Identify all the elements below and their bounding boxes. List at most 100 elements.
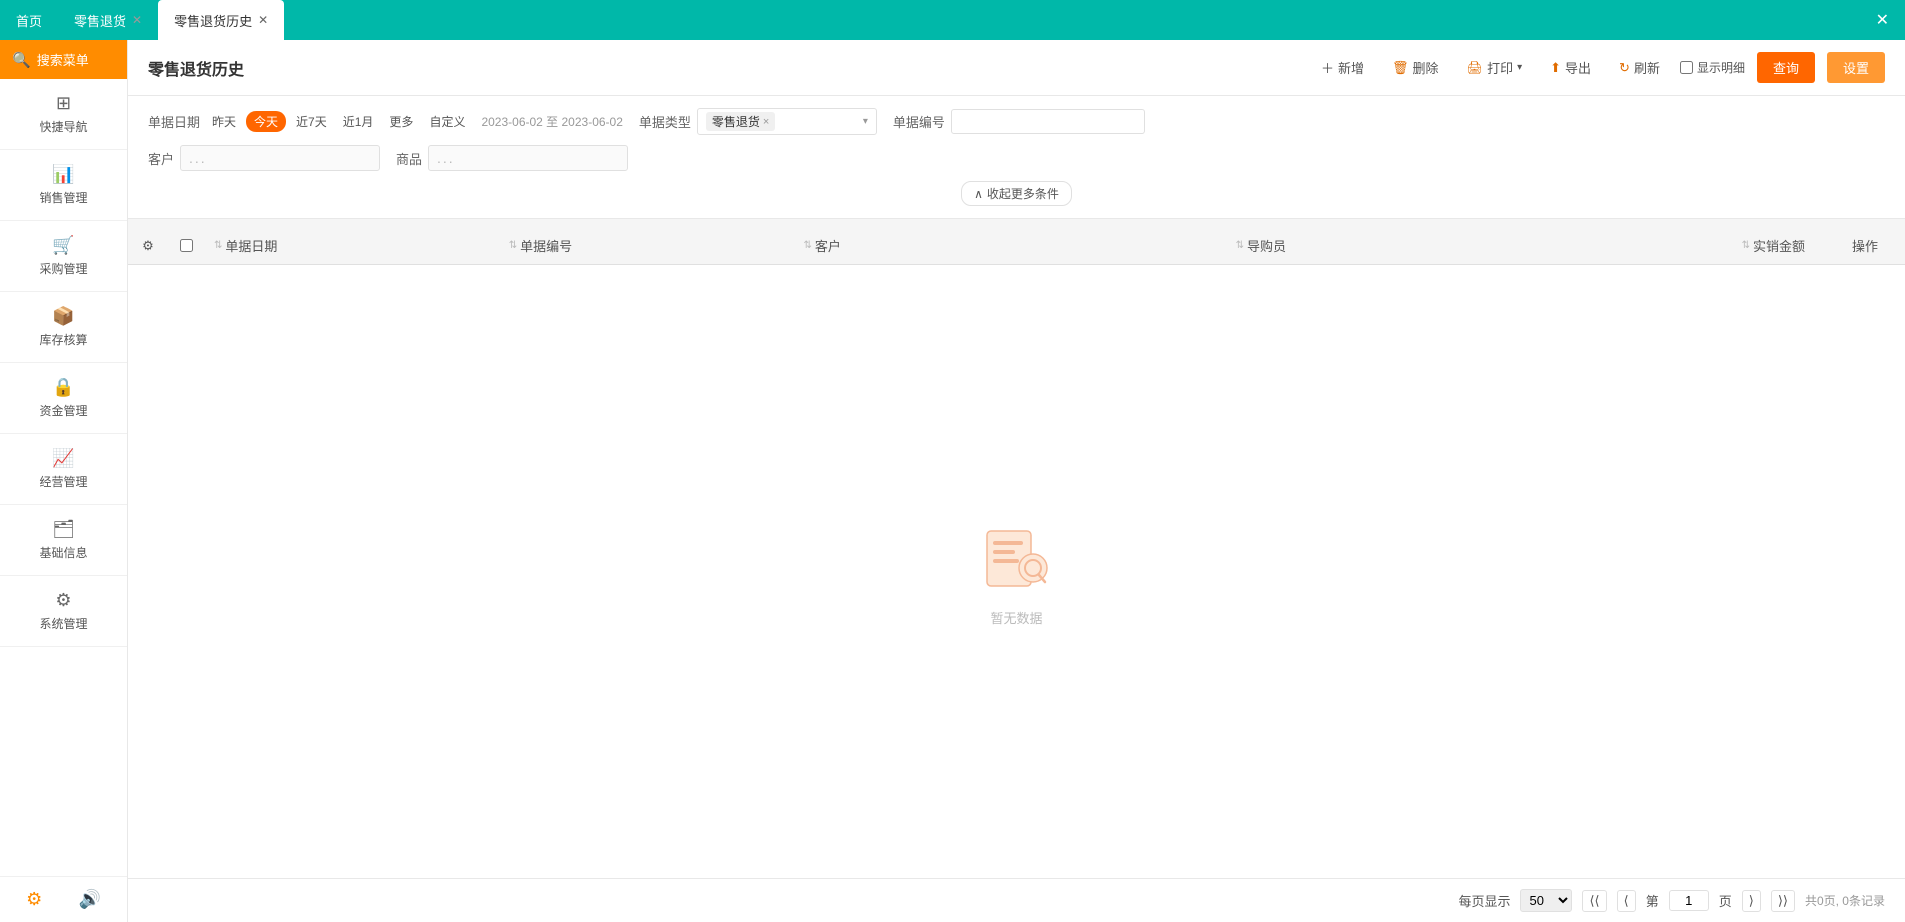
sidebar-item-basic-info[interactable]: 🗂 基础信息: [0, 505, 127, 576]
delete-icon: 🗑: [1392, 60, 1409, 76]
sidebar-item-sales-mgmt[interactable]: 📊 销售管理: [0, 150, 127, 221]
sidebar-bottom: ⚙ 🔊: [0, 876, 127, 922]
print-icon: 🖨: [1467, 60, 1484, 76]
date-filter: 单据日期 昨天 今天 近7天 近1月 更多 自定义 2023-06-02 至 2…: [148, 111, 623, 132]
tab-retail-return-close[interactable]: ✕: [132, 13, 142, 27]
collapse-button[interactable]: ∧ 收起更多条件: [961, 181, 1072, 206]
th-check[interactable]: [168, 231, 204, 260]
page-unit: 页: [1719, 891, 1732, 910]
page-first-btn[interactable]: ⟨⟨: [1582, 890, 1606, 912]
page-header: 零售退货历史 ＋ 新增 🗑 删除 🖨 打印 ▾ ⬆ 导出: [128, 40, 1905, 96]
print-button[interactable]: 🖨 打印 ▾: [1459, 54, 1531, 81]
sidebar-item-inventory-check[interactable]: 📦 库存核算: [0, 292, 127, 363]
per-page-label: 每页显示: [1458, 891, 1510, 910]
refresh-icon: ↻: [1619, 60, 1630, 76]
sort-customer-icon: ⇅: [803, 240, 811, 251]
th-action: 操作: [1825, 228, 1905, 263]
customer-label: 客户: [148, 149, 174, 168]
doc-no-filter: 单据编号: [893, 109, 1145, 134]
page-label: 第: [1646, 891, 1659, 910]
collapse-bar: ∧ 收起更多条件: [148, 181, 1885, 206]
filter-area: 单据日期 昨天 今天 近7天 近1月 更多 自定义 2023-06-02 至 2…: [128, 96, 1905, 219]
doc-type-filter: 单据类型 零售退货 × ▾: [639, 108, 877, 135]
sidebar-item-purchase-mgmt[interactable]: 🛒 采购管理: [0, 221, 127, 292]
page-last-btn[interactable]: ⟩⟩: [1771, 890, 1795, 912]
page-prev-btn[interactable]: ⟨: [1617, 890, 1636, 912]
sort-guide-icon: ⇅: [1236, 240, 1244, 251]
th-guide[interactable]: ⇅ 导购员: [1226, 228, 1521, 263]
goods-input[interactable]: ...: [428, 145, 628, 171]
settings-col-icon: ⚙: [142, 238, 154, 254]
goods-label: 商品: [396, 149, 422, 168]
table-wrap: ⚙ ⇅ 单据日期 ⇅ 单据编号 ⇅ 客户 ⇅: [128, 227, 1905, 878]
sort-date-icon: ⇅: [214, 240, 222, 251]
customer-filter: 客户 ...: [148, 145, 380, 171]
sidebar-item-business-mgmt[interactable]: 📈 经营管理: [0, 434, 127, 505]
sort-docno-icon: ⇅: [509, 240, 517, 251]
refresh-button[interactable]: ↻ 刷新: [1611, 54, 1668, 81]
goods-filter: 商品 ...: [396, 145, 628, 171]
doc-type-select[interactable]: 零售退货 × ▾: [697, 108, 877, 135]
business-icon: 📈: [52, 448, 74, 469]
doc-type-tag: 零售退货 ×: [706, 112, 775, 131]
settings-bottom-icon[interactable]: ⚙: [26, 889, 42, 910]
delete-button[interactable]: 🗑 删除: [1384, 54, 1447, 81]
show-detail-label: 显示明细: [1697, 59, 1745, 76]
tab-home[interactable]: 首页: [0, 0, 58, 40]
date-btn-custom[interactable]: 自定义: [423, 111, 471, 132]
page-title: 零售退货历史: [148, 56, 244, 80]
window-close-btn[interactable]: ✕: [1876, 10, 1905, 30]
add-button[interactable]: ＋ 新增: [1313, 54, 1372, 81]
th-docno[interactable]: ⇅ 单据编号: [499, 228, 794, 263]
date-btn-7days[interactable]: 近7天: [290, 111, 333, 132]
doc-type-tag-close[interactable]: ×: [763, 116, 769, 128]
filter-row-1: 单据日期 昨天 今天 近7天 近1月 更多 自定义 2023-06-02 至 2…: [148, 108, 1885, 135]
sales-icon: 📊: [52, 164, 74, 185]
system-icon: ⚙: [55, 590, 71, 611]
customer-input[interactable]: ...: [180, 145, 380, 171]
date-btn-yesterday[interactable]: 昨天: [206, 111, 242, 132]
filter-row-2: 客户 ... 商品 ...: [148, 145, 1885, 171]
per-page-select[interactable]: 20 50 100: [1520, 889, 1572, 912]
doc-type-label: 单据类型: [639, 112, 691, 131]
date-shortcuts: 昨天 今天 近7天 近1月 更多 自定义: [206, 111, 471, 132]
total-info: 共0页, 0条记录: [1805, 892, 1885, 909]
date-btn-more[interactable]: 更多: [383, 111, 419, 132]
sidebar-search[interactable]: 🔍 搜索菜单: [0, 40, 127, 79]
show-detail-wrap: 显示明细: [1680, 59, 1745, 76]
sort-amount-icon: ⇅: [1742, 240, 1750, 251]
tab-retail-return-history-close[interactable]: ✕: [258, 13, 268, 27]
show-detail-checkbox[interactable]: [1680, 61, 1693, 74]
empty-text: 暂无数据: [990, 608, 1042, 627]
main-layout: 🔍 搜索菜单 ⊞ 快捷导航 📊 销售管理 🛒 采购管理 📦 库存核算 🔒 资金管…: [0, 40, 1905, 922]
check-all-checkbox[interactable]: [180, 239, 193, 252]
empty-state-icon: [977, 516, 1057, 596]
add-icon: ＋: [1321, 58, 1334, 77]
th-customer[interactable]: ⇅ 客户: [793, 228, 1225, 263]
setting-button[interactable]: 设置: [1827, 52, 1885, 83]
page-actions: ＋ 新增 🗑 删除 🖨 打印 ▾ ⬆ 导出 ↻ 刷新: [1313, 52, 1885, 83]
chevron-down-icon: ▾: [863, 116, 868, 127]
th-settings[interactable]: ⚙: [128, 230, 168, 262]
export-button[interactable]: ⬆ 导出: [1542, 54, 1599, 81]
date-btn-1month[interactable]: 近1月: [337, 111, 380, 132]
th-amount[interactable]: ⇅ 实销金额: [1520, 228, 1825, 263]
page-next-btn[interactable]: ⟩: [1742, 890, 1761, 912]
sidebar-item-quick-nav[interactable]: ⊞ 快捷导航: [0, 79, 127, 150]
audio-bottom-icon[interactable]: 🔊: [78, 889, 100, 910]
top-nav: 首页 零售退货 ✕ 零售退货历史 ✕ ✕: [0, 0, 1905, 40]
date-btn-today[interactable]: 今天: [246, 111, 286, 132]
sidebar-item-system-mgmt[interactable]: ⚙ 系统管理: [0, 576, 127, 647]
doc-no-input[interactable]: [951, 109, 1145, 134]
pagination-bar: 每页显示 20 50 100 ⟨⟨ ⟨ 第 页 ⟩ ⟩⟩ 共0页, 0条记录: [128, 878, 1905, 922]
tab-retail-return-history[interactable]: 零售退货历史 ✕: [158, 0, 284, 40]
content-area: 零售退货历史 ＋ 新增 🗑 删除 🖨 打印 ▾ ⬆ 导出: [128, 40, 1905, 922]
query-button[interactable]: 查询: [1757, 52, 1815, 83]
sidebar-item-fund-mgmt[interactable]: 🔒 资金管理: [0, 363, 127, 434]
export-icon: ⬆: [1550, 60, 1561, 76]
empty-state: 暂无数据: [128, 265, 1905, 878]
tab-retail-return[interactable]: 零售退货 ✕: [58, 0, 158, 40]
page-number-input[interactable]: [1669, 890, 1709, 911]
purchase-icon: 🛒: [52, 235, 74, 256]
th-date[interactable]: ⇅ 单据日期: [204, 228, 499, 263]
